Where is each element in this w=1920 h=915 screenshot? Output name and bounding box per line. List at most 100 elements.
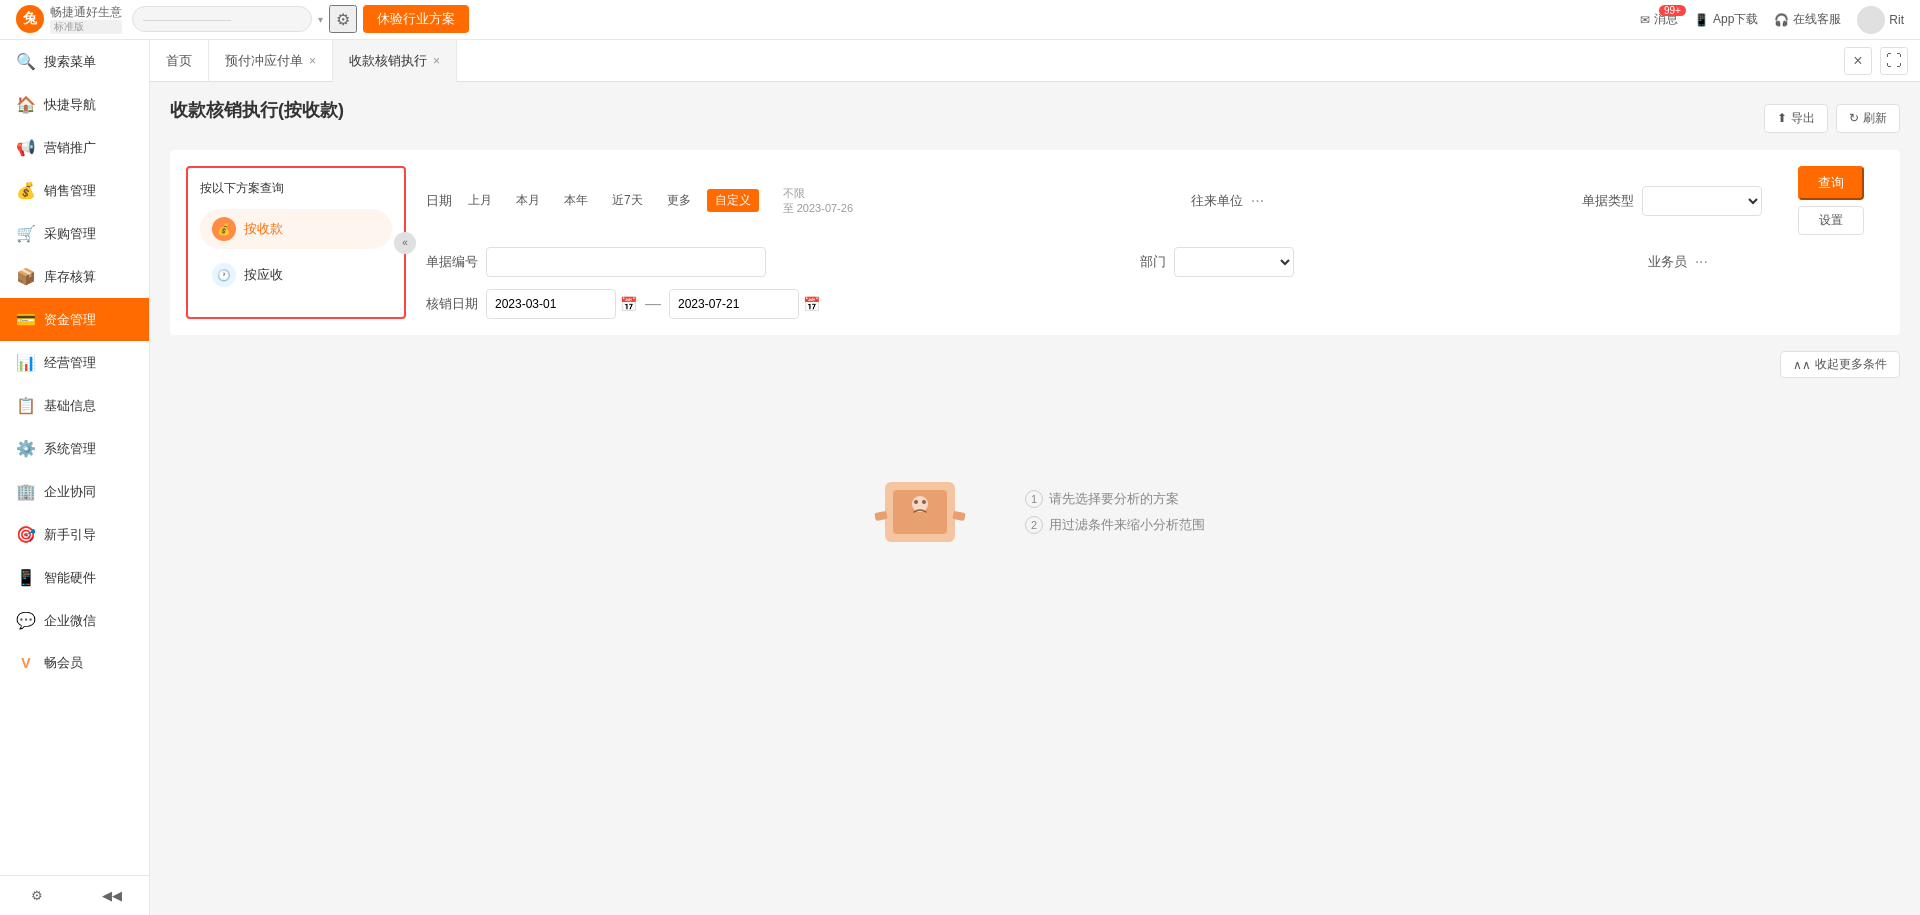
sidebar-label-sales: 销售管理 xyxy=(44,182,96,200)
home-icon: 🏠 xyxy=(16,95,36,114)
tab-home-label: 首页 xyxy=(166,52,192,70)
calendar-start-icon[interactable]: 📅 xyxy=(620,296,637,312)
empty-text: 1 请先选择要分析的方案 2 用过滤条件来缩小分析范围 xyxy=(1025,486,1205,538)
sidebar-item-wechat[interactable]: 💬 企业微信 xyxy=(0,599,149,642)
date-btn-more[interactable]: 更多 xyxy=(659,189,699,212)
date-btn-custom[interactable]: 自定义 xyxy=(707,189,759,212)
tab-prepay-close[interactable]: × xyxy=(309,54,316,68)
app-name: 畅捷通好生意 xyxy=(50,5,122,19)
messages-badge: 99+ xyxy=(1659,5,1686,16)
filter-option-receivable-label: 按应收 xyxy=(244,266,283,284)
sidebar-label-operations: 经营管理 xyxy=(44,354,96,372)
writeoff-end-input[interactable] xyxy=(669,289,799,319)
date-btn-thisyear[interactable]: 本年 xyxy=(556,189,596,212)
filter-dept-field: 部门 xyxy=(1140,247,1294,277)
user-info[interactable]: Rit xyxy=(1857,6,1904,34)
filter-row-1: 日期 上月 本月 本年 近7天 更多 自定义 不限 至 2023-07-26 xyxy=(426,166,1864,235)
logo-icon: 兔 xyxy=(16,5,44,33)
doctype-label: 单据类型 xyxy=(1582,192,1634,210)
sidebar-item-search[interactable]: 🔍 搜索菜单 xyxy=(0,40,149,83)
counterparty-dots: ··· xyxy=(1251,192,1264,210)
date-btn-7days[interactable]: 近7天 xyxy=(604,189,651,212)
topbar-right: ✉ 消息 99+ 📱 App下载 🎧 在线客服 Rit xyxy=(1640,6,1904,34)
sidebar-label-finance: 资金管理 xyxy=(44,311,96,329)
fold-button[interactable]: ∧∧ 收起更多条件 xyxy=(1780,351,1900,378)
docno-input[interactable] xyxy=(486,247,766,277)
sidebar-collapse-button[interactable]: ◀◀ xyxy=(75,876,150,915)
collapse-icon: ◀◀ xyxy=(102,888,122,903)
online-service-label: 在线客服 xyxy=(1793,11,1841,28)
sidebar-label-hardware: 智能硬件 xyxy=(44,569,96,587)
filter-option-by-receivable[interactable]: 🕐 按应收 xyxy=(200,255,392,295)
empty-illustration xyxy=(865,462,985,562)
filter-docno-field: 单据编号 xyxy=(426,247,766,277)
date-unlimit: 不限 xyxy=(783,186,853,201)
filter-right-panel: 日期 上月 本月 本年 近7天 更多 自定义 不限 至 2023-07-26 xyxy=(406,166,1884,319)
marketing-icon: 📢 xyxy=(16,138,36,157)
date-label: 日期 xyxy=(426,192,452,210)
sidebar-item-basicinfo[interactable]: 📋 基础信息 xyxy=(0,384,149,427)
receivable-icon: 🕐 xyxy=(212,263,236,287)
filter-option-receipt-label: 按收款 xyxy=(244,220,283,238)
online-service-button[interactable]: 🎧 在线客服 xyxy=(1774,11,1841,28)
sidebar-item-finance[interactable]: 💳 资金管理 xyxy=(0,298,149,341)
solution-button[interactable]: 休验行业方案 xyxy=(363,5,469,33)
sidebar-label-marketing: 营销推广 xyxy=(44,139,96,157)
sidebar-item-purchase[interactable]: 🛒 采购管理 xyxy=(0,212,149,255)
date-to: 至 2023-07-26 xyxy=(783,201,853,216)
date-btn-thismonth[interactable]: 本月 xyxy=(508,189,548,212)
basicinfo-icon: 📋 xyxy=(16,396,36,415)
user-name: Rit xyxy=(1889,13,1904,27)
salesperson-label: 业务员 xyxy=(1648,253,1687,271)
filter-option-by-receipt[interactable]: 💰 按收款 xyxy=(200,209,392,249)
tab-home[interactable]: 首页 xyxy=(150,40,209,82)
sidebar-item-collab[interactable]: 🏢 企业协同 xyxy=(0,470,149,513)
sidebar-item-sales[interactable]: 💰 销售管理 xyxy=(0,169,149,212)
calendar-end-icon[interactable]: 📅 xyxy=(803,296,820,312)
sidebar-item-guide[interactable]: 🎯 新手引导 xyxy=(0,513,149,556)
query-button[interactable]: 查询 xyxy=(1798,166,1864,200)
tab-close-btn[interactable]: × xyxy=(1844,47,1872,75)
purchase-icon: 🛒 xyxy=(16,224,36,243)
main-layout: 🔍 搜索菜单 🏠 快捷导航 📢 营销推广 💰 销售管理 🛒 采购管理 📦 库存核… xyxy=(0,40,1920,915)
dept-label: 部门 xyxy=(1140,253,1166,271)
dept-select[interactable] xyxy=(1174,247,1294,277)
writeoff-start-input[interactable] xyxy=(486,289,616,319)
tab-actions: × ⛶ xyxy=(1832,47,1920,75)
sidebar-item-system[interactable]: ⚙️ 系统管理 xyxy=(0,427,149,470)
doctype-select[interactable] xyxy=(1642,186,1762,216)
sidebar-item-hardware[interactable]: 📱 智能硬件 xyxy=(0,556,149,599)
app-icon: 📱 xyxy=(1694,13,1709,27)
sidebar-item-operations[interactable]: 📊 经营管理 xyxy=(0,341,149,384)
sidebar-label-member: 畅会员 xyxy=(44,654,83,672)
tab-expand-btn[interactable]: ⛶ xyxy=(1880,47,1908,75)
dropdown-arrow-icon[interactable]: ▾ xyxy=(318,14,323,25)
refresh-icon: ↻ xyxy=(1849,111,1859,125)
sidebar-item-marketing[interactable]: 📢 营销推广 xyxy=(0,126,149,169)
inventory-icon: 📦 xyxy=(16,267,36,286)
settings-button[interactable]: 设置 xyxy=(1798,206,1864,235)
sidebar-label-purchase: 采购管理 xyxy=(44,225,96,243)
svg-point-4 xyxy=(922,500,926,504)
tab-prepay[interactable]: 预付冲应付单 × xyxy=(209,40,333,82)
export-button[interactable]: ⬆ 导出 xyxy=(1764,104,1828,133)
gear-button[interactable]: ⚙ xyxy=(329,5,357,33)
tab-writeoff-close[interactable]: × xyxy=(433,54,440,68)
date-btn-lastmonth[interactable]: 上月 xyxy=(460,189,500,212)
sidebar-item-quicknav[interactable]: 🏠 快捷导航 xyxy=(0,83,149,126)
sidebar-item-member[interactable]: V 畅会员 xyxy=(0,642,149,684)
filter-collapse-arrow[interactable]: « xyxy=(394,232,416,254)
refresh-button[interactable]: ↻ 刷新 xyxy=(1836,104,1900,133)
sidebar-label-collab: 企业协同 xyxy=(44,483,96,501)
operations-icon: 📊 xyxy=(16,353,36,372)
sidebar-settings-button[interactable]: ⚙ xyxy=(0,876,75,915)
messages-button[interactable]: ✉ 消息 99+ xyxy=(1640,11,1678,28)
sidebar-item-inventory[interactable]: 📦 库存核算 xyxy=(0,255,149,298)
user-avatar xyxy=(1857,6,1885,34)
tab-writeoff[interactable]: 收款核销执行 × xyxy=(333,40,457,82)
topbar: 兔 畅捷通好生意 标准版 ———————— ▾ ⚙ 休验行业方案 ✉ 消息 99… xyxy=(0,0,1920,40)
sidebar: 🔍 搜索菜单 🏠 快捷导航 📢 营销推广 💰 销售管理 🛒 采购管理 📦 库存核… xyxy=(0,40,150,915)
fold-label: 收起更多条件 xyxy=(1815,356,1887,373)
filter-left-panel: 按以下方案查询 💰 按收款 🕐 按应收 « xyxy=(186,166,406,319)
app-download-button[interactable]: 📱 App下载 xyxy=(1694,11,1758,28)
